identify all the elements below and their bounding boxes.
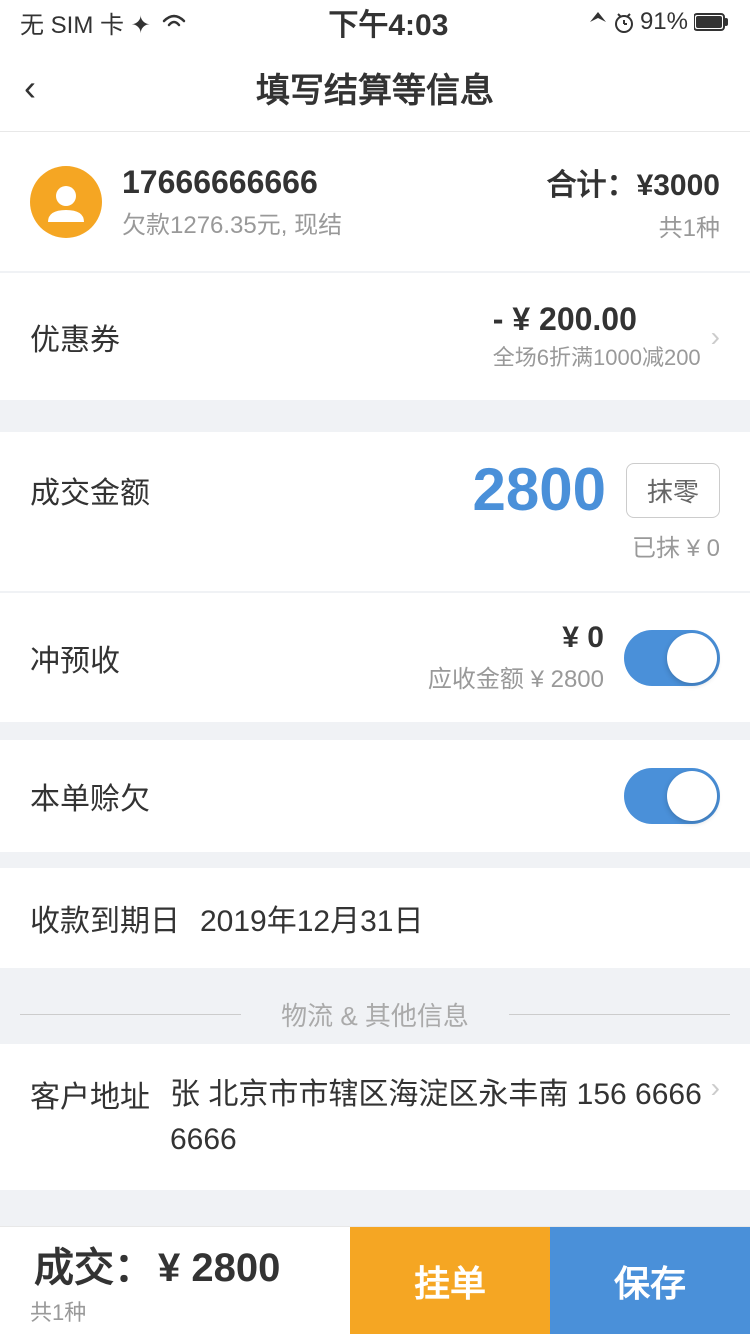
total-count: 共1种	[547, 208, 720, 243]
hold-order-button[interactable]: 挂单	[350, 1227, 550, 1334]
address-section[interactable]: 客户地址 张 北京市市辖区海淀区永丰南 156 6666 6666 ›	[0, 1044, 750, 1190]
user-icon	[42, 178, 90, 226]
round-zero-button[interactable]: 抹零	[626, 463, 720, 518]
duedate-value: 2019年12月31日	[200, 896, 423, 940]
sep-line-left	[20, 1014, 241, 1015]
user-info: 17666666666 欠款1276.35元, 现结	[122, 164, 342, 240]
precollect-toggle-knob	[667, 633, 717, 683]
precollect-sub: 应收金额 ¥ 2800	[428, 659, 604, 694]
save-button[interactable]: 保存	[550, 1227, 750, 1334]
duedate-section: 收款到期日 2019年12月31日	[0, 868, 750, 968]
section-separator-1	[0, 416, 750, 432]
coupon-chevron-icon: ›	[711, 321, 720, 353]
bottom-bar: 成交：¥ 2800 共1种 挂单 保存	[0, 1226, 750, 1334]
customer-card: 17666666666 欠款1276.35元, 现结 合计：¥3000 共1种	[0, 132, 750, 271]
location-icon	[588, 10, 608, 34]
section-separator-2	[0, 724, 750, 740]
bottom-count: 共1种	[30, 1295, 320, 1327]
coupon-row[interactable]: 优惠券 - ¥ 200.00 全场6折满1000减200 ›	[0, 273, 750, 400]
logistics-separator: 物流 & 其他信息	[0, 984, 750, 1044]
deal-section: 成交金额 2800 抹零 已抹 ¥ 0	[0, 432, 750, 591]
address-row: 客户地址 张 北京市市辖区海淀区永丰南 156 6666 6666 ›	[30, 1072, 720, 1162]
bottom-deal-amount: ¥ 2800	[158, 1246, 280, 1290]
precollect-section: 冲预收 ¥ 0 应收金额 ¥ 2800	[0, 593, 750, 722]
coupon-amount: - ¥ 200.00	[493, 301, 701, 338]
battery-text: 91%	[640, 8, 688, 36]
writeoff-toggle[interactable]	[624, 768, 720, 824]
user-debt: 欠款1276.35元, 现结	[122, 205, 342, 240]
order-summary: 合计：¥3000 共1种	[547, 160, 720, 243]
status-time: 下午4:03	[328, 0, 448, 44]
battery-icon	[694, 12, 730, 32]
address-label: 客户地址	[30, 1072, 150, 1116]
writeoff-row: 本单赊欠	[30, 768, 720, 824]
coupon-desc: 全场6折满1000减200	[493, 340, 701, 372]
status-bar: 无 SIM 卡 ✦ 下午4:03 91%	[0, 0, 750, 44]
avatar	[30, 166, 102, 238]
deal-amount: 2800	[473, 460, 606, 520]
address-chevron-icon: ›	[711, 1072, 720, 1104]
writeoff-label: 本单赊欠	[30, 774, 150, 818]
nav-bar: ‹ 填写结算等信息	[0, 44, 750, 132]
duedate-label: 收款到期日	[30, 896, 180, 940]
precollect-right: ¥ 0 应收金额 ¥ 2800	[428, 621, 720, 694]
back-button[interactable]: ‹	[24, 67, 36, 109]
precollect-toggle[interactable]	[624, 630, 720, 686]
alarm-icon	[614, 10, 634, 34]
status-right: 91%	[588, 8, 730, 36]
coupon-right: - ¥ 200.00 全场6折满1000减200 ›	[493, 301, 720, 372]
deal-sub-text: 已抹 ¥ 0	[30, 528, 720, 563]
wifi-icon	[159, 11, 189, 33]
page-title: 填写结算等信息	[256, 63, 494, 112]
writeoff-section: 本单赊欠	[0, 740, 750, 852]
precollect-amount-wrap: ¥ 0 应收金额 ¥ 2800	[428, 621, 604, 694]
user-phone: 17666666666	[122, 164, 342, 201]
precollect-label: 冲预收	[30, 636, 120, 680]
duedate-row: 收款到期日 2019年12月31日	[30, 896, 720, 940]
sim-indicator: 无 SIM 卡 ✦	[20, 5, 151, 40]
deal-label: 成交金额	[30, 468, 150, 512]
sep-line-right	[509, 1014, 730, 1015]
bottom-deal-text: 成交：¥ 2800	[30, 1235, 320, 1293]
writeoff-toggle-knob	[667, 771, 717, 821]
total-price: 合计：¥3000	[547, 160, 720, 204]
bottom-summary: 成交：¥ 2800 共1种	[0, 1235, 350, 1327]
deal-row: 成交金额 2800 抹零	[30, 460, 720, 520]
precollect-amount: ¥ 0	[428, 621, 604, 655]
address-value: 张 北京市市辖区海淀区永丰南 156 6666 6666	[170, 1072, 711, 1162]
precollect-row: 冲预收 ¥ 0 应收金额 ¥ 2800	[30, 621, 720, 694]
coupon-label: 优惠券	[30, 315, 120, 359]
status-left: 无 SIM 卡 ✦	[20, 5, 189, 40]
deal-amount-wrap: 2800 抹零	[473, 460, 721, 520]
customer-info-left: 17666666666 欠款1276.35元, 现结	[30, 164, 342, 240]
logistics-sep-text: 物流 & 其他信息	[281, 996, 469, 1033]
